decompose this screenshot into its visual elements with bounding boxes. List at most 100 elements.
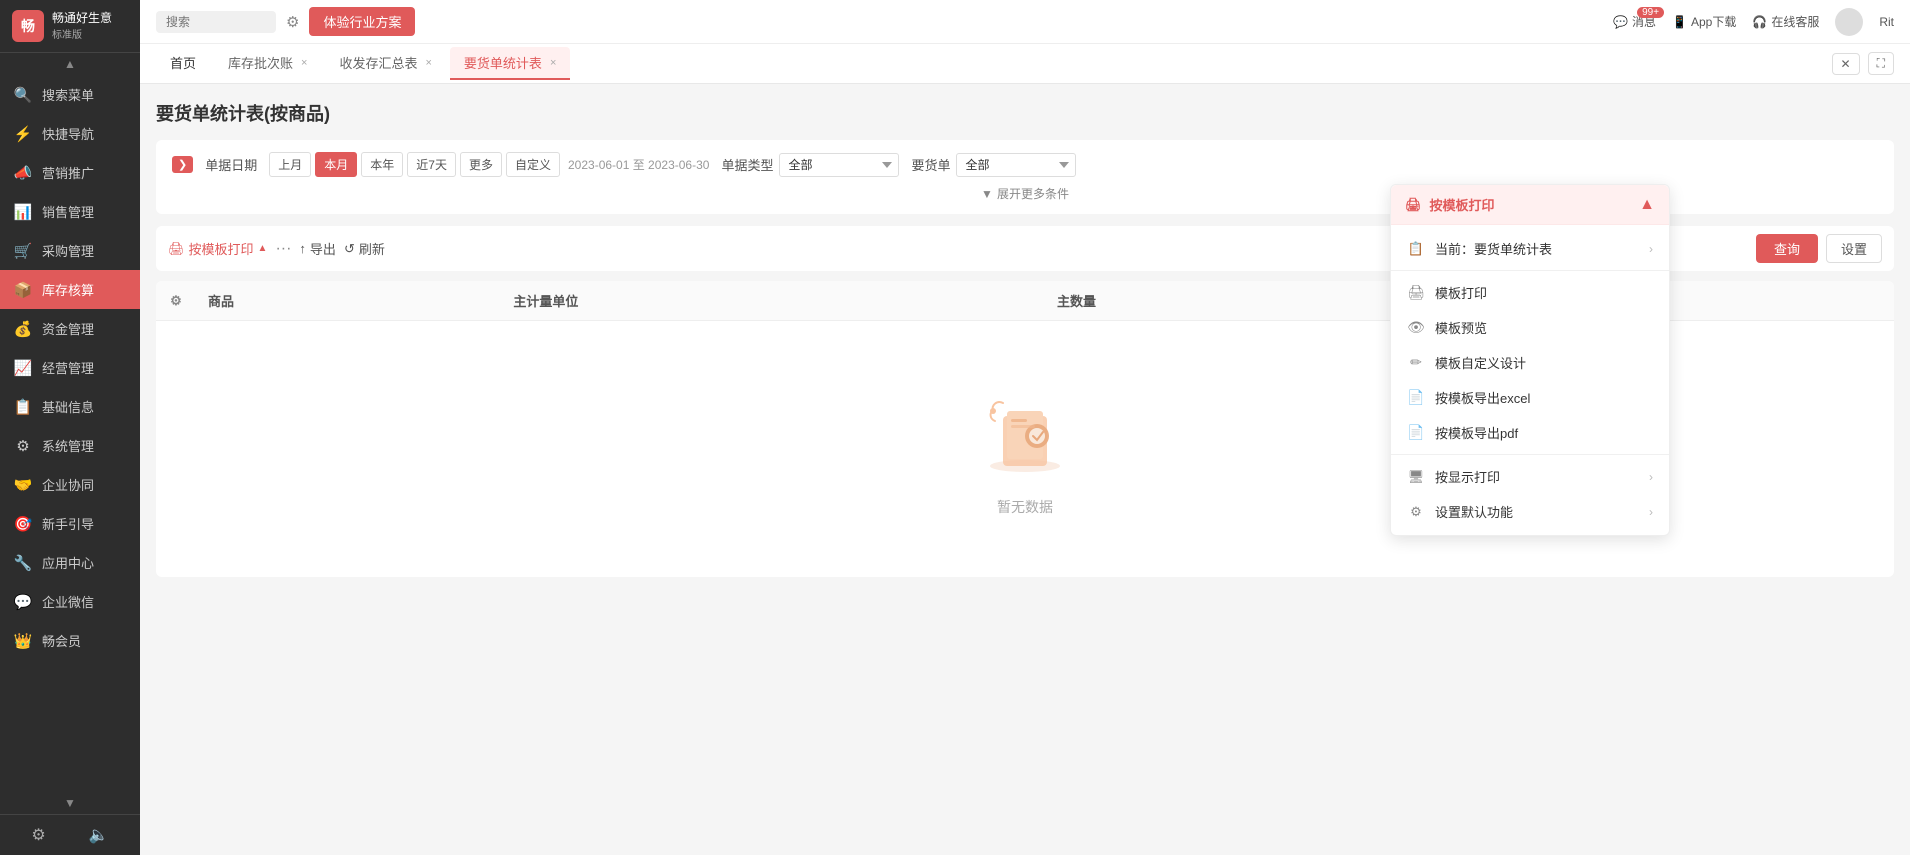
content-area: 要货单统计表(按商品) ❯ 单据日期 上月 本月 本年 近7天 更多 自定义 2… — [140, 84, 1910, 855]
message-badge: 99+ — [1637, 7, 1664, 18]
sidebar-item-marketing[interactable]: 📣 营销推广 — [0, 153, 140, 192]
phone-icon: 📱 — [1672, 15, 1687, 29]
print-dropdown-close-btn[interactable]: ▲ — [1639, 196, 1655, 214]
sidebar-scroll-up[interactable]: ▲ — [0, 53, 140, 75]
settings-icon[interactable]: ⚙ — [31, 825, 45, 845]
tab-bar-expand-btn[interactable]: ⛶ — [1868, 52, 1894, 75]
print-dropdown-title-icon: 🖨 — [1405, 197, 1422, 213]
expand-more-btn[interactable]: ▼ 展开更多条件 — [981, 185, 1069, 202]
apps-icon: 🔧 — [12, 554, 34, 572]
export-icon: ↑ — [299, 241, 306, 256]
date-btn-this-year[interactable]: 本年 — [361, 152, 403, 177]
tab-bar-close-btn[interactable]: ✕ — [1832, 53, 1860, 75]
template-custom-item[interactable]: ✏ 模板自定义设计 — [1391, 345, 1669, 380]
more-btn[interactable]: ··· — [275, 240, 291, 258]
sidebar-item-operations[interactable]: 📈 经营管理 — [0, 348, 140, 387]
template-print-item[interactable]: 🖨 模板打印 — [1391, 275, 1669, 310]
order-goods-label: 要货单 — [911, 155, 950, 174]
sidebar-item-apps[interactable]: 🔧 应用中心 — [0, 543, 140, 582]
tab-inventory-batch[interactable]: 库存批次账 × — [214, 47, 321, 80]
date-btn-last-month[interactable]: 上月 — [269, 152, 311, 177]
sidebar-item-sales[interactable]: 📊 销售管理 — [0, 192, 140, 231]
date-buttons: 上月 本月 本年 近7天 更多 自定义 2023-06-01 至 2023-06… — [269, 152, 709, 177]
empty-icon — [975, 381, 1075, 481]
refresh-icon: ↺ — [344, 241, 355, 257]
filter-toggle-btn[interactable]: ❯ — [172, 156, 193, 173]
speaker-icon[interactable]: 🔈 — [89, 825, 109, 845]
date-btn-7days[interactable]: 近7天 — [407, 152, 456, 177]
sidebar-item-wechat[interactable]: 💬 企业微信 — [0, 582, 140, 621]
message-btn[interactable]: 💬 消息 99+ — [1613, 13, 1656, 30]
online-service-btn[interactable]: 🎧 在线客服 — [1752, 13, 1819, 30]
date-btn-more[interactable]: 更多 — [460, 152, 502, 177]
sidebar: 畅 畅通好生意 标准版 ▲ 🔍 搜索菜单 ⚡ 快捷导航 📣 营销推广 📊 销售管… — [0, 0, 140, 855]
tab-close-collect-summary[interactable]: × — [425, 57, 431, 69]
sidebar-item-basic[interactable]: 📋 基础信息 — [0, 387, 140, 426]
empty-text: 暂无数据 — [997, 497, 1053, 517]
tab-order-stats[interactable]: 要货单统计表 × — [450, 47, 570, 80]
template-preview-item[interactable]: 👁 模板预览 — [1391, 310, 1669, 345]
order-goods-select[interactable]: 全部 — [956, 153, 1076, 177]
refresh-btn[interactable]: ↺ 刷新 — [344, 239, 385, 258]
main-area: ⚙ 体验行业方案 💬 消息 99+ 📱 App下载 🎧 在线客服 Rit 首页 — [140, 0, 1910, 855]
sidebar-nav: 🔍 搜索菜单 ⚡ 快捷导航 📣 营销推广 📊 销售管理 🛒 采购管理 📦 库存核… — [0, 75, 140, 792]
quick-nav-icon: ⚡ — [12, 125, 34, 143]
tab-bar-right: ✕ ⛶ — [1832, 52, 1894, 75]
date-btn-custom[interactable]: 自定义 — [506, 152, 560, 177]
tab-close-order-stats[interactable]: × — [550, 57, 556, 69]
search-input[interactable] — [156, 11, 276, 33]
sales-icon: 📊 — [12, 203, 34, 221]
app-download-btn[interactable]: 📱 App下载 — [1672, 13, 1736, 30]
tab-home[interactable]: 首页 — [156, 47, 210, 80]
date-btn-this-month[interactable]: 本月 — [315, 152, 357, 177]
sidebar-item-system[interactable]: ⚙ 系统管理 — [0, 426, 140, 465]
wechat-icon: 💬 — [12, 593, 34, 611]
industry-btn[interactable]: 体验行业方案 — [309, 7, 415, 36]
query-btn[interactable]: 查询 — [1756, 234, 1818, 263]
template-custom-icon: ✏ — [1407, 354, 1425, 371]
sidebar-item-search[interactable]: 🔍 搜索菜单 — [0, 75, 140, 114]
order-type-select[interactable]: 全部 — [779, 153, 899, 177]
print-btn[interactable]: 🖨 按模板打印 ▲ — [168, 239, 267, 258]
print-dropdown-title: 🖨 按模板打印 — [1405, 195, 1495, 214]
search-icon: 🔍 — [12, 86, 34, 104]
filter-toggle-icon: ❯ — [172, 156, 193, 173]
username-label[interactable]: Rit — [1879, 15, 1894, 29]
export-excel-item[interactable]: 📄 按模板导出excel — [1391, 380, 1669, 415]
export-pdf-item[interactable]: 📄 按模板导出pdf — [1391, 415, 1669, 450]
export-pdf-icon: 📄 — [1407, 424, 1425, 441]
table-header-settings[interactable]: ⚙ — [156, 281, 196, 321]
purchase-icon: 🛒 — [12, 242, 34, 260]
table-settings-icon[interactable]: ⚙ — [170, 293, 182, 308]
export-btn[interactable]: ↑ 导出 — [299, 239, 336, 258]
app-logo-icon: 畅 — [12, 10, 44, 42]
template-print-icon: 🖨 — [1407, 284, 1425, 301]
set-default-item[interactable]: ⚙ 设置默认功能 › — [1391, 494, 1669, 529]
tab-collect-summary[interactable]: 收发存汇总表 × — [325, 47, 445, 80]
marketing-icon: 📣 — [12, 164, 34, 182]
order-goods-field: 要货单 全部 — [911, 153, 1076, 177]
sidebar-scroll-down[interactable]: ▼ — [0, 792, 140, 814]
sidebar-item-inventory[interactable]: 📦 库存核算 — [0, 270, 140, 309]
display-print-item[interactable]: 🖥 按显示打印 › — [1391, 459, 1669, 494]
sidebar-item-purchase[interactable]: 🛒 采购管理 — [0, 231, 140, 270]
sidebar-item-collab[interactable]: 🤝 企业协同 — [0, 465, 140, 504]
finance-icon: 💰 — [12, 320, 34, 338]
current-template-item[interactable]: 📋 当前：要货单统计表 › — [1391, 231, 1669, 266]
settings-btn[interactable]: 设置 — [1826, 234, 1882, 263]
page-title: 要货单统计表(按商品) — [156, 100, 1894, 126]
tab-close-inventory-batch[interactable]: × — [301, 57, 307, 69]
current-template-arrow: › — [1649, 242, 1653, 256]
order-type-label: 单据类型 — [721, 155, 773, 174]
user-avatar[interactable] — [1835, 8, 1863, 36]
order-type-field: 单据类型 全部 — [721, 153, 899, 177]
table-header-unit: 主计量单位 — [501, 281, 1045, 321]
current-template-icon: 📋 — [1407, 241, 1425, 257]
topbar-gear-icon[interactable]: ⚙ — [286, 13, 299, 31]
sidebar-item-guide[interactable]: 🎯 新手引导 — [0, 504, 140, 543]
sidebar-item-member[interactable]: 👑 畅会员 — [0, 621, 140, 660]
headset-icon: 🎧 — [1752, 15, 1767, 29]
sidebar-item-finance[interactable]: 💰 资金管理 — [0, 309, 140, 348]
sidebar-item-quick-nav[interactable]: ⚡ 快捷导航 — [0, 114, 140, 153]
divider-2 — [1391, 454, 1669, 455]
